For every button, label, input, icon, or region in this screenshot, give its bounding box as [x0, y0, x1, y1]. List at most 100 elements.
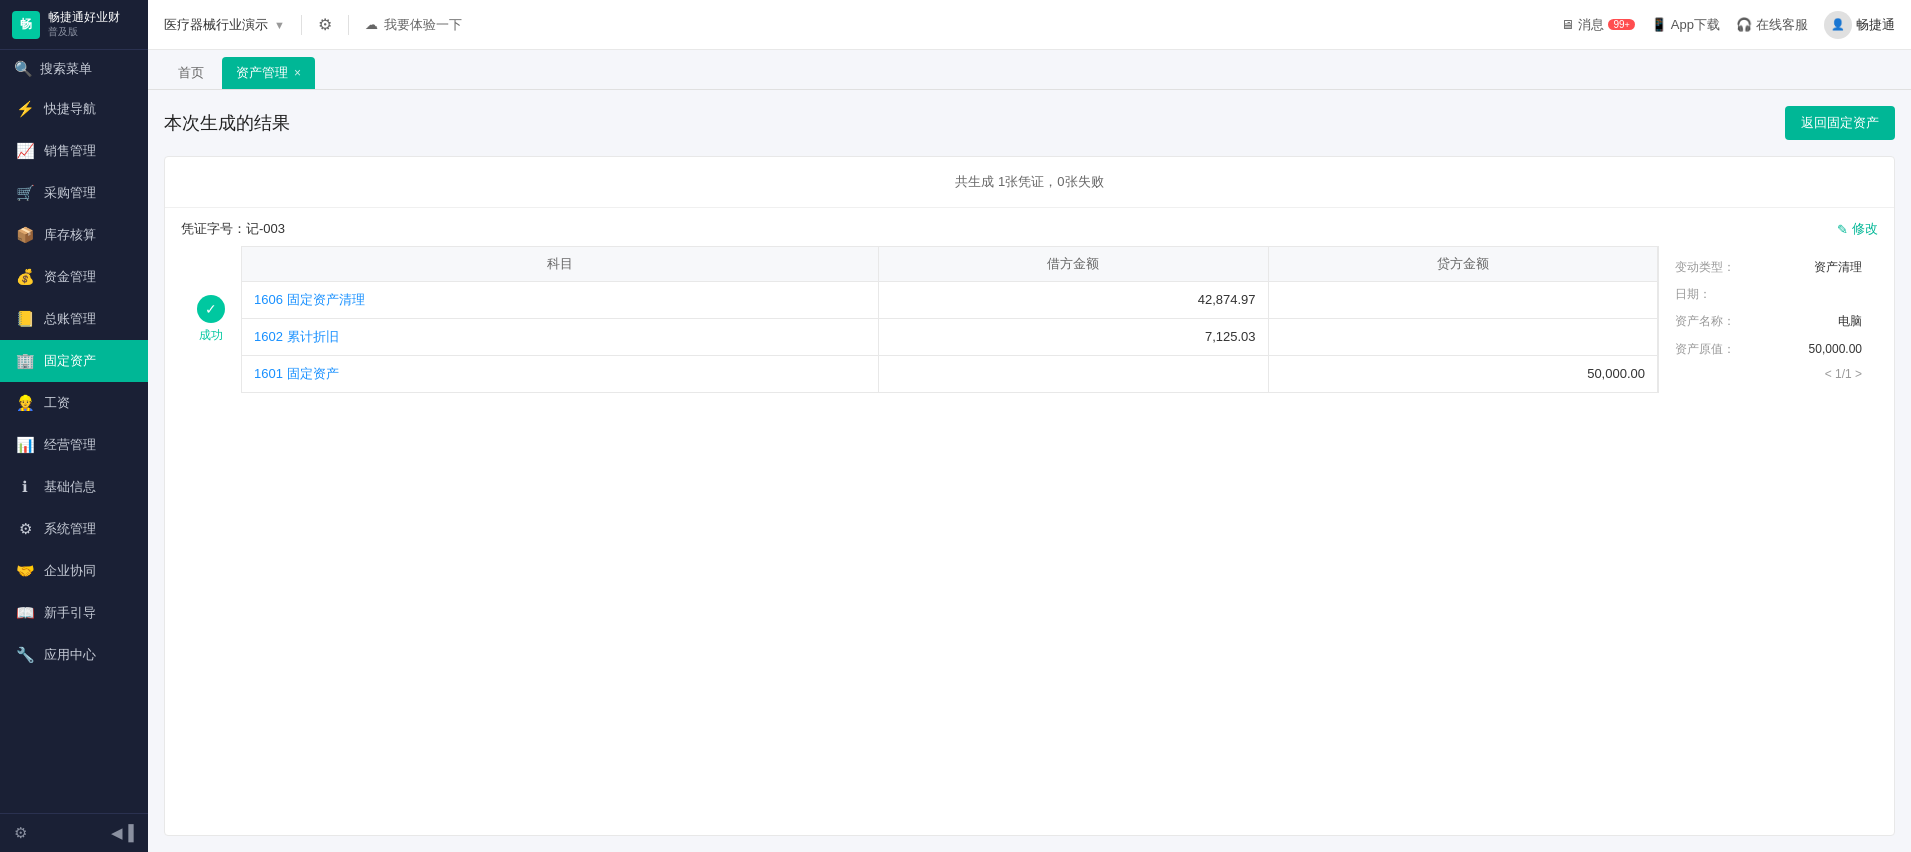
- success-circle: ✓: [197, 295, 225, 323]
- side-panel: 变动类型： 资产清理 日期： 资产名称： 电脑 资产原值：: [1658, 246, 1878, 393]
- app-download-label: App下载: [1671, 16, 1720, 34]
- voucher-header: 凭证字号：记-003 ✎ 修改: [181, 220, 1878, 238]
- edit-icon: ✎: [1837, 222, 1848, 237]
- sidebar-item-guide[interactable]: 📖 新手引导: [0, 592, 148, 634]
- tabbar: 首页 资产管理 ×: [148, 50, 1911, 90]
- page-title: 本次生成的结果: [164, 111, 290, 135]
- search-icon: 🔍: [14, 60, 32, 78]
- original-value-label: 资产原值：: [1675, 340, 1735, 359]
- sidebar-item-sales[interactable]: 📈 销售管理: [0, 130, 148, 172]
- app-download-icon: 📱: [1651, 17, 1667, 32]
- row2-subject[interactable]: 1602 累计折旧: [242, 318, 879, 355]
- sidebar-item-fixed-assets[interactable]: 🏢 固定资产: [0, 340, 148, 382]
- voucher-status: ✓ 成功: [181, 246, 241, 393]
- app-download-btn[interactable]: 📱 App下载: [1651, 16, 1720, 34]
- row1-debit: 42,874.97: [879, 282, 1268, 319]
- tab-asset-management[interactable]: 资产管理 ×: [222, 57, 315, 89]
- tab-close-icon[interactable]: ×: [294, 66, 301, 80]
- guide-icon: 📖: [16, 604, 34, 622]
- table-row: 1601 固定资产 50,000.00: [242, 355, 1658, 392]
- table-row: 1602 累计折旧 7,125.03: [242, 318, 1658, 355]
- sidebar-footer: ⚙ ◀▐: [0, 813, 148, 852]
- online-service-btn[interactable]: 🎧 在线客服: [1736, 16, 1808, 34]
- capital-icon: 💰: [16, 268, 34, 286]
- messages-btn[interactable]: 🖥 消息 99: [1561, 16, 1634, 34]
- project-name: 医疗器械行业演示: [164, 16, 268, 34]
- app-center-icon: 🔧: [16, 646, 34, 664]
- sidebar-item-payroll[interactable]: 👷 工资: [0, 382, 148, 424]
- date-row: 日期：: [1675, 285, 1862, 304]
- management-icon: 📊: [16, 436, 34, 454]
- result-summary: 共生成 1张凭证，0张失败: [165, 157, 1894, 208]
- table-row: 1606 固定资产清理 42,874.97: [242, 282, 1658, 319]
- topbar-divider: [301, 15, 302, 35]
- system-icon: ⚙: [16, 520, 34, 538]
- asset-name-row: 资产名称： 电脑: [1675, 312, 1862, 331]
- topbar-right: 🖥 消息 99 📱 App下载 🎧 在线客服 👤 畅捷通: [1561, 11, 1895, 39]
- collapse-icon[interactable]: ◀▐: [111, 824, 134, 842]
- edit-label: 修改: [1852, 220, 1878, 238]
- sidebar-item-capital[interactable]: 💰 资金管理: [0, 256, 148, 298]
- row1-subject[interactable]: 1606 固定资产清理: [242, 282, 879, 319]
- cooperation-icon: 🤝: [16, 562, 34, 580]
- basic-info-icon: ℹ: [16, 478, 34, 496]
- row2-debit: 7,125.03: [879, 318, 1268, 355]
- sidebar-item-purchase[interactable]: 🛒 采购管理: [0, 172, 148, 214]
- return-fixed-assets-button[interactable]: 返回固定资产: [1785, 106, 1895, 140]
- app-logo: 畅: [12, 11, 40, 39]
- avatar: 👤: [1824, 11, 1852, 39]
- online-service-label: 在线客服: [1756, 16, 1808, 34]
- row3-credit: 50,000.00: [1268, 355, 1657, 392]
- cloud-icon: ☁: [365, 17, 378, 32]
- sidebar-item-inventory[interactable]: 📦 库存核算: [0, 214, 148, 256]
- success-label: 成功: [199, 327, 223, 344]
- sidebar-item-management[interactable]: 📊 经营管理: [0, 424, 148, 466]
- change-type-row: 变动类型： 资产清理: [1675, 258, 1862, 277]
- sales-icon: 📈: [16, 142, 34, 160]
- tab-asset-management-label: 资产管理: [236, 64, 288, 82]
- username-label: 畅捷通: [1856, 16, 1895, 34]
- chevron-down-icon: ▼: [274, 19, 285, 31]
- messages-badge: 99: [1608, 19, 1634, 30]
- sidebar-item-search[interactable]: 🔍 搜索菜单: [0, 50, 148, 88]
- user-profile[interactable]: 👤 畅捷通: [1824, 11, 1895, 39]
- messages-label: 消息: [1578, 16, 1604, 34]
- voucher-number: 凭证字号：记-003: [181, 220, 285, 238]
- purchase-icon: 🛒: [16, 184, 34, 202]
- asset-name-label: 资产名称：: [1675, 312, 1735, 331]
- row3-subject[interactable]: 1601 固定资产: [242, 355, 879, 392]
- payroll-icon: 👷: [16, 394, 34, 412]
- topbar-gear-icon[interactable]: ⚙: [318, 15, 332, 34]
- sidebar-item-quicknav[interactable]: ⚡ 快捷导航: [0, 88, 148, 130]
- sidebar-item-cooperation[interactable]: 🤝 企业协同: [0, 550, 148, 592]
- sidebar-item-app-center[interactable]: 🔧 应用中心: [0, 634, 148, 676]
- service-icon: 🎧: [1736, 17, 1752, 32]
- col-credit: 贷方金额: [1268, 247, 1657, 282]
- topbar-divider2: [348, 15, 349, 35]
- ledger-icon: 📒: [16, 310, 34, 328]
- sidebar-item-ledger[interactable]: 📒 总账管理: [0, 298, 148, 340]
- asset-name-value: 电脑: [1838, 312, 1862, 331]
- main-content: 医疗器械行业演示 ▼ ⚙ ☁ 我要体验一下 🖥 消息 99 📱 App下载 🎧 …: [148, 0, 1911, 852]
- date-label: 日期：: [1675, 285, 1711, 304]
- row3-debit: [879, 355, 1268, 392]
- page-area: 本次生成的结果 返回固定资产 共生成 1张凭证，0张失败 凭证字号：记-003 …: [148, 90, 1911, 852]
- topbar: 医疗器械行业演示 ▼ ⚙ ☁ 我要体验一下 🖥 消息 99 📱 App下载 🎧 …: [148, 0, 1911, 50]
- experience-btn[interactable]: ☁ 我要体验一下: [365, 16, 462, 34]
- tab-home[interactable]: 首页: [164, 57, 218, 89]
- pagination[interactable]: < 1/1 >: [1675, 367, 1862, 381]
- original-value-row: 资产原值： 50,000.00: [1675, 340, 1862, 359]
- col-debit: 借方金额: [879, 247, 1268, 282]
- sidebar-item-basic-info[interactable]: ℹ 基础信息: [0, 466, 148, 508]
- voucher-section: 凭证字号：记-003 ✎ 修改 ✓ 成功: [165, 208, 1894, 405]
- settings-icon[interactable]: ⚙: [14, 824, 27, 842]
- project-selector[interactable]: 医疗器械行业演示 ▼: [164, 16, 285, 34]
- app-title: 畅捷通好业财: [48, 10, 120, 26]
- page-header: 本次生成的结果 返回固定资产: [164, 106, 1895, 140]
- pagination-label: < 1/1 >: [1825, 367, 1862, 381]
- sidebar-item-system[interactable]: ⚙ 系统管理: [0, 508, 148, 550]
- sidebar-item-search-label: 搜索菜单: [40, 60, 92, 78]
- success-indicator: ✓ 成功: [197, 295, 225, 344]
- voucher-edit-btn[interactable]: ✎ 修改: [1837, 220, 1878, 238]
- message-icon: 🖥: [1561, 17, 1574, 32]
